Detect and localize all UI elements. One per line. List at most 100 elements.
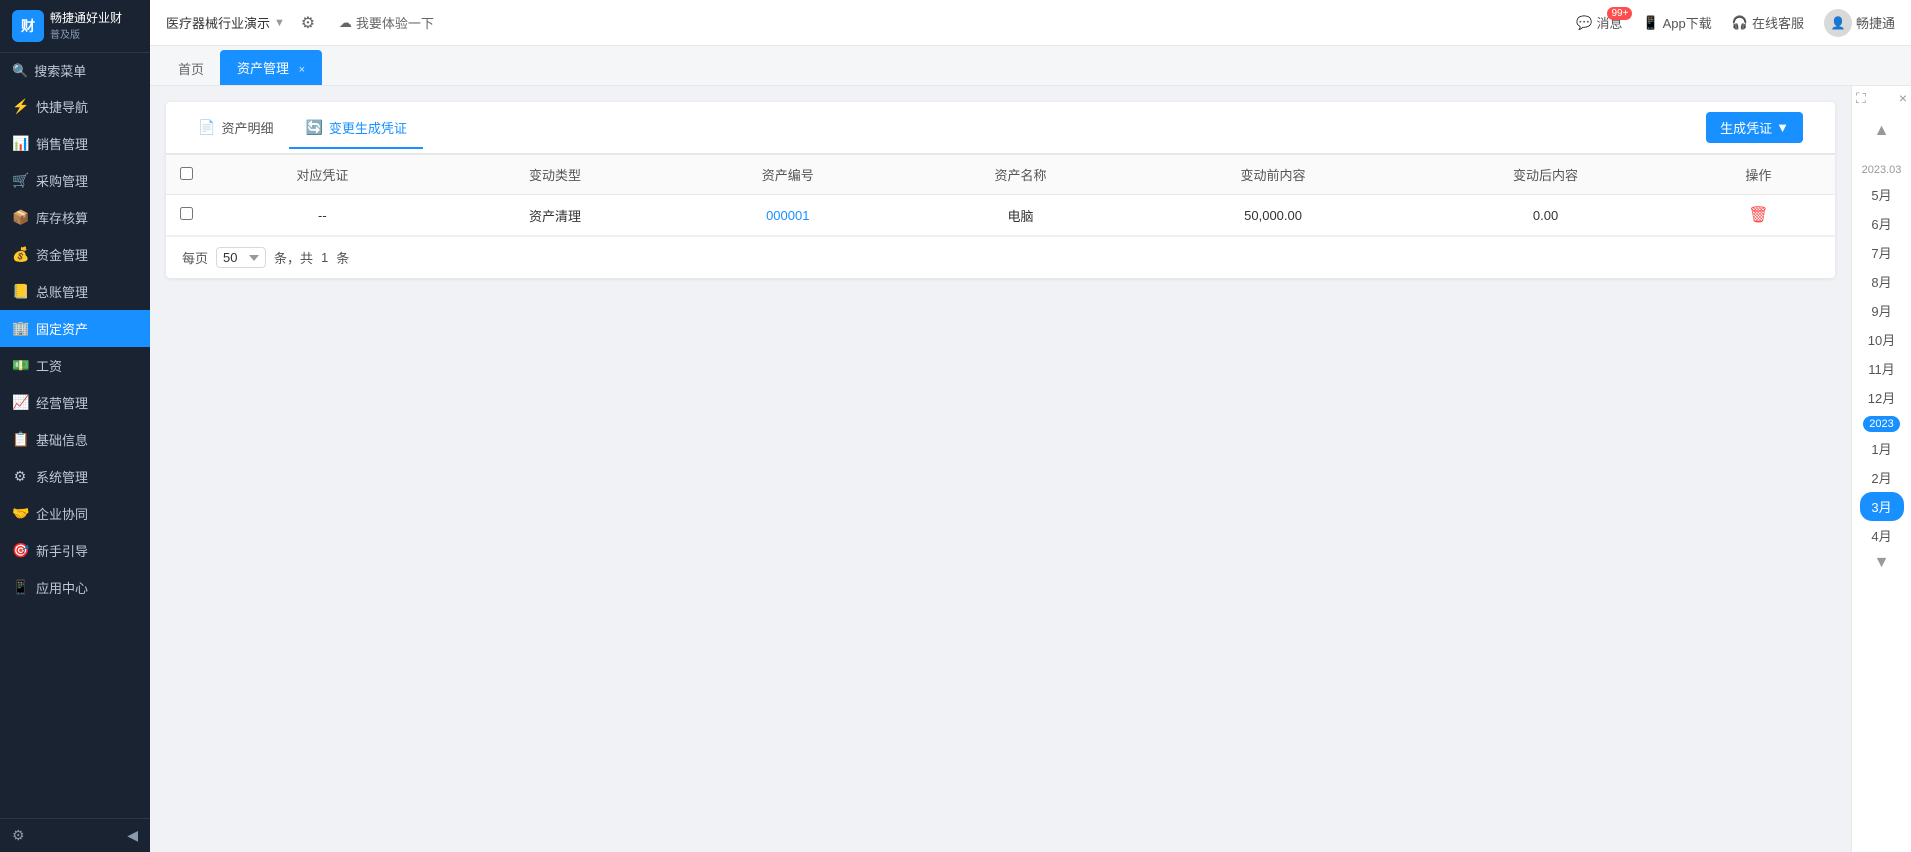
sidebar-item-label: 基础信息 xyxy=(36,430,88,449)
row-asset-no[interactable]: 000001 xyxy=(671,195,904,236)
sidebar-item-label: 企业协同 xyxy=(36,504,88,523)
sidebar-item-quick-nav[interactable]: ⚡ 快捷导航 xyxy=(0,88,150,125)
experience-btn[interactable]: ☁ 我要体验一下 xyxy=(339,13,434,32)
app-download-icon: 📱 xyxy=(1642,15,1658,31)
calendar-prev-btn[interactable]: ▲ xyxy=(1870,118,1894,144)
calendar-next-btn[interactable]: ▼ xyxy=(1870,550,1894,576)
company-name: 医疗器械行业演示 xyxy=(166,13,270,32)
main-card: 📄 资产明细 🔄 变更生成凭证 生成凭证 ▼ xyxy=(166,102,1835,278)
select-all-checkbox[interactable] xyxy=(180,167,193,180)
total-count: 1 xyxy=(321,250,328,265)
ledger-icon: 📒 xyxy=(12,283,28,300)
cal-month-nov[interactable]: 11月 xyxy=(1860,354,1904,383)
cal-month-jun[interactable]: 6月 xyxy=(1860,209,1904,238)
sidebar-item-label: 工资 xyxy=(36,356,62,375)
app-download-label: App下载 xyxy=(1663,13,1712,32)
per-page-select[interactable]: 50 10 20 100 xyxy=(216,247,266,268)
sidebar-item-label: 系统管理 xyxy=(36,467,88,486)
top-header: 医疗器械行业演示 ▼ ⚙ ☁ 我要体验一下 💬 消息 99+ 📱 App下载 🎧… xyxy=(150,0,1911,46)
online-service-label: 在线客服 xyxy=(1752,13,1804,32)
sidebar-item-label: 资金管理 xyxy=(36,245,88,264)
system-icon: ⚙ xyxy=(12,468,28,485)
cal-month-dec[interactable]: 12月 xyxy=(1860,383,1904,412)
generate-voucher-label: 生成凭证 xyxy=(1720,118,1772,137)
cal-month-jan[interactable]: 1月 xyxy=(1860,434,1904,463)
sidebar-item-fixed-assets[interactable]: 🏢 固定资产 xyxy=(0,310,150,347)
sidebar-item-guide[interactable]: 🎯 新手引导 xyxy=(0,532,150,569)
calendar-close-btn[interactable]: × xyxy=(1899,90,1907,106)
sidebar-item-ledger[interactable]: 📒 总账管理 xyxy=(0,273,150,310)
cal-month-jul[interactable]: 7月 xyxy=(1860,238,1904,267)
row-change-type: 资产清理 xyxy=(439,195,672,236)
asset-detail-icon: 📄 xyxy=(198,119,215,136)
calendar-expand-btn[interactable]: ⛶ xyxy=(1856,90,1866,107)
sidebar-item-label: 快捷导航 xyxy=(36,97,88,116)
sidebar-item-management[interactable]: 📈 经营管理 xyxy=(0,384,150,421)
pagination-bar: 每页 50 10 20 100 条，共 1 条 xyxy=(166,236,1835,278)
message-btn[interactable]: 💬 消息 99+ xyxy=(1576,13,1622,32)
cal-month-mar[interactable]: 3月 xyxy=(1860,492,1904,521)
cal-prev-year-label: 2023.03 xyxy=(1862,164,1902,176)
table-toolbar: 生成凭证 ▼ xyxy=(1690,102,1819,153)
cal-month-apr[interactable]: 4月 xyxy=(1860,521,1904,550)
cal-month-aug[interactable]: 8月 xyxy=(1860,267,1904,296)
company-dropdown-icon: ▼ xyxy=(274,17,285,29)
sidebar-settings-btn[interactable]: ⚙ xyxy=(12,827,25,844)
sidebar-item-system[interactable]: ⚙ 系统管理 xyxy=(0,458,150,495)
cal-month-may[interactable]: 5月 xyxy=(1860,180,1904,209)
online-service-btn[interactable]: 🎧 在线客服 xyxy=(1732,13,1804,32)
sidebar-item-inventory[interactable]: 📦 库存核算 xyxy=(0,199,150,236)
app-version: 普及版 xyxy=(50,26,122,41)
sidebar-item-basic-info[interactable]: 📋 基础信息 xyxy=(0,421,150,458)
tab-asset-management[interactable]: 资产管理 × xyxy=(220,50,322,85)
sub-tab-label: 资产明细 xyxy=(221,118,273,137)
sub-tab-asset-detail[interactable]: 📄 资产明细 xyxy=(182,108,289,149)
calendar-panel: ⛶ × ▲ 2023.03 5月 6月 7月 8月 9月 10月 11月 12月… xyxy=(1851,86,1911,852)
dropdown-arrow-icon: ▼ xyxy=(1776,120,1789,135)
unit-label: 条，共 xyxy=(274,248,313,267)
sidebar-item-label: 经营管理 xyxy=(36,393,88,412)
logo-icon: 财 xyxy=(12,10,44,42)
purchase-icon: 🛒 xyxy=(12,172,28,189)
sidebar-item-app-center[interactable]: 📱 应用中心 xyxy=(0,569,150,606)
row-asset-name: 电脑 xyxy=(904,195,1137,236)
cal-month-sep[interactable]: 9月 xyxy=(1860,296,1904,325)
th-asset-no: 资产编号 xyxy=(671,155,904,195)
delete-row-btn[interactable]: 🗑 xyxy=(1748,205,1768,225)
app-download-btn[interactable]: 📱 App下载 xyxy=(1642,13,1711,32)
sidebar-item-purchase[interactable]: 🛒 采购管理 xyxy=(0,162,150,199)
search-icon: 🔍 xyxy=(12,63,28,79)
company-selector[interactable]: 医疗器械行业演示 ▼ xyxy=(166,13,285,32)
sidebar: 财 畅捷通好业财 普及版 🔍 搜索菜单 ⚡ 快捷导航 📊 销售管理 🛒 采购管理… xyxy=(0,0,150,852)
sidebar-item-finance[interactable]: 💰 资金管理 xyxy=(0,236,150,273)
search-menu[interactable]: 🔍 搜索菜单 xyxy=(0,53,150,88)
cal-month-feb[interactable]: 2月 xyxy=(1860,463,1904,492)
user-profile-btn[interactable]: 👤 畅捷通 xyxy=(1824,9,1895,37)
salary-icon: 💵 xyxy=(12,357,28,374)
toolbar-area: 生成凭证 ▼ xyxy=(1690,102,1819,153)
sidebar-collapse-btn[interactable]: ◀ xyxy=(127,827,138,844)
main-area: 医疗器械行业演示 ▼ ⚙ ☁ 我要体验一下 💬 消息 99+ 📱 App下载 🎧… xyxy=(150,0,1911,852)
row-checkbox[interactable] xyxy=(180,207,193,220)
sales-icon: 📊 xyxy=(12,135,28,152)
avatar: 👤 xyxy=(1824,9,1852,37)
enterprise-icon: 🤝 xyxy=(12,505,28,522)
sub-tab-change-voucher[interactable]: 🔄 变更生成凭证 xyxy=(289,108,422,149)
sidebar-item-label: 库存核算 xyxy=(36,208,88,227)
data-table: 对应凭证 变动类型 资产编号 资产名称 变动前内容 变动后内容 操作 xyxy=(166,154,1835,236)
cal-month-oct[interactable]: 10月 xyxy=(1860,325,1904,354)
experience-label: 我要体验一下 xyxy=(356,13,434,32)
app-logo: 财 畅捷通好业财 普及版 xyxy=(0,0,150,53)
tab-home[interactable]: 首页 xyxy=(166,52,216,85)
generate-voucher-btn[interactable]: 生成凭证 ▼ xyxy=(1706,112,1803,143)
tab-close-btn[interactable]: × xyxy=(299,64,305,76)
sidebar-item-enterprise[interactable]: 🤝 企业协同 xyxy=(0,495,150,532)
sidebar-item-sales[interactable]: 📊 销售管理 xyxy=(0,125,150,162)
sidebar-item-salary[interactable]: 💵 工资 xyxy=(0,347,150,384)
header-settings-btn[interactable]: ⚙ xyxy=(293,8,323,38)
th-operation: 操作 xyxy=(1682,155,1835,195)
row-checkbox-cell xyxy=(166,195,206,236)
th-after-change: 变动后内容 xyxy=(1409,155,1682,195)
th-checkbox xyxy=(166,155,206,195)
per-page-label: 每页 xyxy=(182,248,208,267)
